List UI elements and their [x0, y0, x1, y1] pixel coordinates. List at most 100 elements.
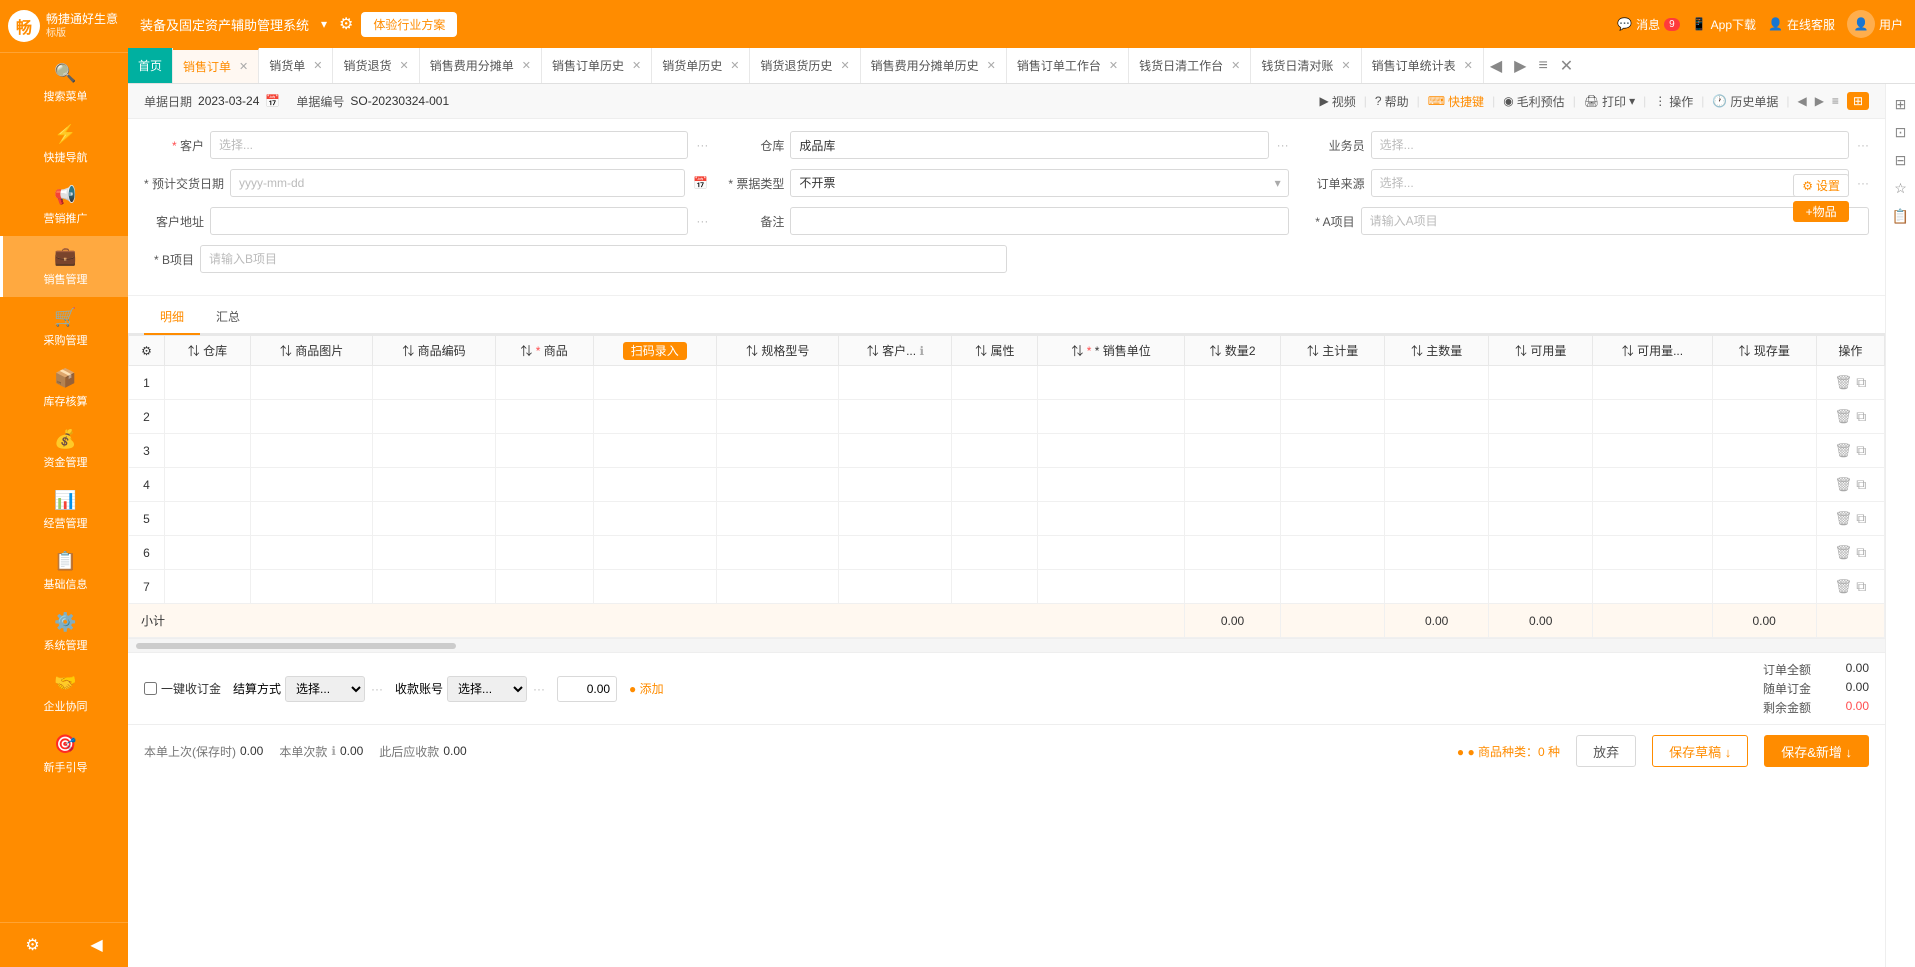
- sidebar-item-inventory[interactable]: 📦 库存核算: [0, 358, 128, 419]
- prev-record-btn[interactable]: ◀: [1797, 94, 1806, 108]
- cell-qty2[interactable]: [1185, 502, 1281, 536]
- right-icon-5[interactable]: 📋: [1889, 204, 1913, 228]
- cell-qty2[interactable]: [1185, 434, 1281, 468]
- add-goods-btn[interactable]: +物品: [1793, 201, 1849, 222]
- delete-icon[interactable]: 🗑: [1834, 544, 1852, 561]
- delete-icon[interactable]: 🗑: [1834, 408, 1852, 425]
- tab-nav-left[interactable]: ◀: [1484, 48, 1508, 84]
- cell-main-qty[interactable]: [1385, 366, 1489, 400]
- cell-product-code[interactable]: [373, 400, 495, 434]
- cell-spec[interactable]: [716, 570, 838, 604]
- th-customer-info[interactable]: ⇅ 客户... ℹ: [839, 336, 952, 366]
- tab-sales-fee-split[interactable]: 销售费用分摊单 ✕: [420, 48, 542, 84]
- profit-btn[interactable]: ◉ 毛利预估: [1503, 93, 1565, 110]
- cell-unit[interactable]: [1038, 400, 1185, 434]
- checkout-method-select[interactable]: 选择...: [285, 676, 365, 702]
- th-available[interactable]: ⇅ 可用量: [1489, 336, 1593, 366]
- tab-sales-workbench[interactable]: 销售订单工作台 ✕: [1007, 48, 1129, 84]
- cell-qty2[interactable]: [1185, 570, 1281, 604]
- customer-input[interactable]: [210, 131, 688, 159]
- right-icon-3[interactable]: ⊟: [1889, 148, 1913, 172]
- order-source-input[interactable]: [1371, 169, 1849, 197]
- tab-close-icon[interactable]: ✕: [1109, 59, 1118, 72]
- th-warehouse[interactable]: ⇅ 仓库: [165, 336, 251, 366]
- copy-icon[interactable]: ⧉: [1856, 374, 1866, 391]
- warehouse-input[interactable]: [790, 131, 1268, 159]
- cell-unit[interactable]: [1038, 366, 1185, 400]
- sidebar-item-purchase[interactable]: 🛒 采购管理: [0, 297, 128, 358]
- th-current-stock[interactable]: ⇅ 现存量: [1712, 336, 1816, 366]
- warehouse-more-icon[interactable]: ···: [1277, 138, 1289, 152]
- save-new-btn[interactable]: 保存&新增 ↓: [1764, 735, 1869, 767]
- cell-product-code[interactable]: [373, 434, 495, 468]
- sidebar-item-finance[interactable]: 💰 资金管理: [0, 419, 128, 480]
- sidebar-item-quick-nav[interactable]: ⚡ 快捷导航: [0, 114, 128, 175]
- copy-icon[interactable]: ⧉: [1856, 476, 1866, 493]
- th-product-image[interactable]: ⇅ 商品图片: [250, 336, 372, 366]
- cell-attr[interactable]: [952, 468, 1038, 502]
- delete-icon[interactable]: 🗑: [1834, 578, 1852, 595]
- cell-qty2[interactable]: [1185, 400, 1281, 434]
- th-qty2[interactable]: ⇅ 数量2: [1185, 336, 1281, 366]
- cell-main-qty[interactable]: [1385, 570, 1489, 604]
- cell-unit[interactable]: [1038, 434, 1185, 468]
- project-b-input[interactable]: [200, 245, 1007, 273]
- receipt-account-select[interactable]: 选择...: [447, 676, 527, 702]
- cell-product-code[interactable]: [373, 536, 495, 570]
- list-view-btn[interactable]: ≡: [1832, 94, 1839, 108]
- tab-nav-expand[interactable]: ≡: [1532, 48, 1553, 84]
- tab-close-icon[interactable]: ✕: [840, 59, 849, 72]
- shortcut-btn[interactable]: ⌨ 快捷键: [1428, 93, 1484, 110]
- sidebar-item-basic-info[interactable]: 📋 基础信息: [0, 541, 128, 602]
- invoice-type-select[interactable]: 不开票: [790, 169, 1288, 197]
- cell-product[interactable]: [495, 366, 593, 400]
- sidebar-item-marketing[interactable]: 📢 营销推广: [0, 175, 128, 236]
- tab-close-icon[interactable]: ✕: [1341, 59, 1350, 72]
- add-btn[interactable]: ● 添加: [629, 680, 664, 697]
- user-area[interactable]: 👤 用户: [1847, 10, 1903, 38]
- th-unit[interactable]: ⇅ * 销售单位: [1038, 336, 1185, 366]
- detail-tab-detail[interactable]: 明细: [144, 300, 200, 335]
- tab-close-icon[interactable]: ✕: [400, 59, 409, 72]
- cell-product[interactable]: [495, 502, 593, 536]
- message-btn[interactable]: 💬 消息 9: [1617, 16, 1680, 33]
- cell-product[interactable]: [495, 570, 593, 604]
- order-source-more-icon[interactable]: ···: [1857, 176, 1869, 190]
- tab-home[interactable]: 首页: [128, 48, 173, 84]
- salesperson-more-icon[interactable]: ···: [1857, 138, 1869, 152]
- cell-warehouse[interactable]: [165, 570, 251, 604]
- sidebar-item-cooperation[interactable]: 🤝 企业协同: [0, 663, 128, 724]
- cell-main-qty[interactable]: [1385, 400, 1489, 434]
- th-product-code[interactable]: ⇅ 商品编码: [373, 336, 495, 366]
- discard-btn[interactable]: 放弃: [1576, 735, 1636, 767]
- th-main-unit[interactable]: ⇅ 主计量: [1280, 336, 1384, 366]
- tab-close-icon[interactable]: ✕: [730, 59, 739, 72]
- delete-icon[interactable]: 🗑: [1834, 442, 1852, 459]
- cell-qty2[interactable]: [1185, 468, 1281, 502]
- cell-spec[interactable]: [716, 400, 838, 434]
- customer-more-icon[interactable]: ···: [696, 138, 708, 152]
- save-draft-btn[interactable]: 保存草稿 ↓: [1652, 735, 1748, 767]
- right-icon-1[interactable]: ⊞: [1889, 92, 1913, 116]
- expected-date-input[interactable]: [230, 169, 685, 197]
- salesperson-input[interactable]: [1371, 131, 1849, 159]
- tab-close-icon[interactable]: ✕: [313, 59, 322, 72]
- tab-sales-return[interactable]: 销货单 ✕: [259, 48, 333, 84]
- tab-close-icon[interactable]: ✕: [1231, 59, 1240, 72]
- tab-sales-order[interactable]: 销售订单 ✕: [173, 48, 259, 84]
- delete-icon[interactable]: 🗑: [1834, 374, 1852, 391]
- industry-btn[interactable]: 体验行业方案: [361, 12, 457, 37]
- next-record-btn[interactable]: ▶: [1815, 94, 1824, 108]
- cell-warehouse[interactable]: [165, 502, 251, 536]
- cell-main-qty[interactable]: [1385, 502, 1489, 536]
- th-attr[interactable]: ⇅ 属性: [952, 336, 1038, 366]
- cell-spec[interactable]: [716, 366, 838, 400]
- date-calendar-icon[interactable]: 📅: [693, 176, 708, 190]
- copy-icon[interactable]: ⧉: [1856, 578, 1866, 595]
- checkout-more-icon[interactable]: ···: [371, 682, 383, 696]
- cell-attr[interactable]: [952, 502, 1038, 536]
- tab-cash-daily-workbench[interactable]: 钱货日清工作台 ✕: [1129, 48, 1251, 84]
- sidebar-collapse-btn[interactable]: ◀: [86, 931, 106, 959]
- sidebar-settings-btn[interactable]: ⚙: [21, 931, 43, 959]
- cell-product-code[interactable]: [373, 468, 495, 502]
